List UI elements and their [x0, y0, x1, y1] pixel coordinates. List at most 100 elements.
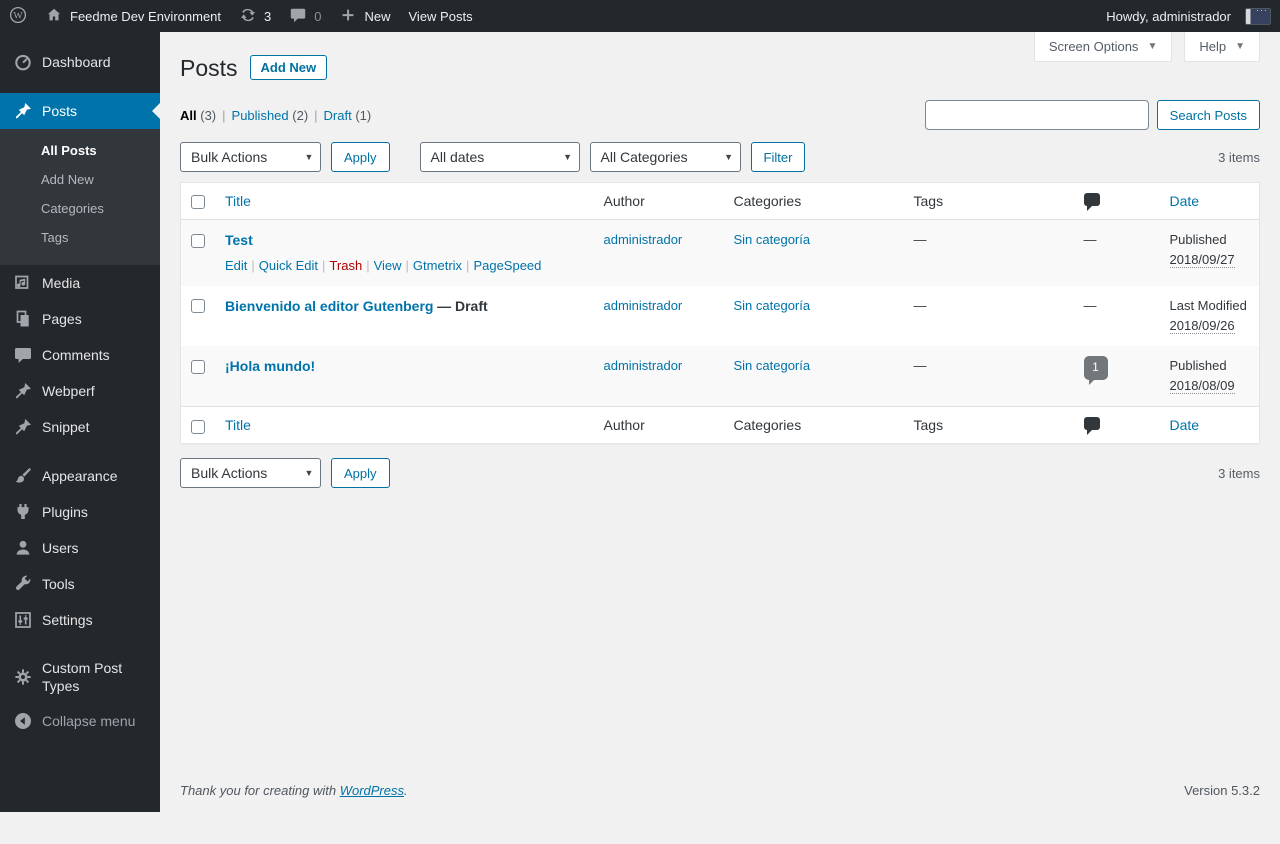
- comment-count-bubble[interactable]: 1: [1084, 356, 1108, 380]
- page-title: Posts: [180, 54, 238, 83]
- sidebar-item-custom-post-types[interactable]: Custom Post Types: [0, 651, 160, 703]
- submenu-item-add-new[interactable]: Add New: [0, 165, 160, 194]
- screen-options-tab[interactable]: Screen Options ▼: [1034, 32, 1173, 62]
- author-link[interactable]: administrador: [604, 358, 683, 373]
- sort-by-title-bottom[interactable]: Title: [225, 417, 251, 433]
- filter-all[interactable]: All (3): [180, 108, 216, 123]
- bulk-actions-value: Bulk Actions: [191, 465, 267, 481]
- row-action-view[interactable]: View: [374, 258, 402, 273]
- category-link[interactable]: Sin categoría: [734, 232, 811, 247]
- sidebar-item-media[interactable]: Media: [0, 265, 160, 301]
- sidebar-item-label: Pages: [42, 310, 82, 328]
- chevron-down-icon: ▼: [1235, 41, 1245, 52]
- date-value: 2018/08/09: [1170, 378, 1235, 394]
- help-tab[interactable]: Help ▼: [1184, 32, 1260, 62]
- author-link[interactable]: administrador: [604, 298, 683, 313]
- filter-draft[interactable]: Draft (1): [324, 108, 372, 123]
- author-column-footer: Author: [594, 407, 724, 444]
- row-action-quick-edit[interactable]: Quick Edit: [259, 258, 318, 273]
- media-icon: [13, 273, 33, 293]
- sidebar-item-label: Appearance: [42, 467, 118, 485]
- sort-by-title[interactable]: Title: [225, 193, 251, 209]
- row-action-gtmetrix[interactable]: Gtmetrix: [413, 258, 462, 273]
- bulk-actions-select-bottom[interactable]: Bulk Actions ▼: [180, 458, 321, 488]
- comments-indicator[interactable]: 0: [280, 0, 330, 32]
- bulk-actions-select[interactable]: Bulk Actions ▼: [180, 142, 321, 172]
- site-name-link[interactable]: Feedme Dev Environment: [36, 0, 230, 32]
- row-checkbox[interactable]: [191, 360, 205, 374]
- my-account-menu[interactable]: Howdy, administrador: [1097, 0, 1280, 32]
- post-state: — Draft: [437, 298, 488, 314]
- row-checkbox[interactable]: [191, 299, 205, 313]
- sidebar-item-plugins[interactable]: Plugins: [0, 494, 160, 530]
- select-arrow-icon: ▼: [298, 459, 320, 487]
- post-title-link[interactable]: ¡Hola mundo!: [225, 358, 315, 374]
- category-link[interactable]: Sin categoría: [734, 358, 811, 373]
- add-new-button[interactable]: Add New: [250, 55, 328, 80]
- apply-button-bottom[interactable]: Apply: [331, 458, 390, 488]
- view-posts-link[interactable]: View Posts: [400, 0, 482, 32]
- apply-button[interactable]: Apply: [331, 142, 390, 172]
- submenu-item-all-posts[interactable]: All Posts: [0, 136, 160, 165]
- site-name-label: Feedme Dev Environment: [70, 9, 221, 24]
- post-title-link[interactable]: Bienvenido al editor Gutenberg: [225, 298, 433, 314]
- sort-by-date[interactable]: Date: [1170, 193, 1200, 209]
- search-posts-button[interactable]: Search Posts: [1157, 100, 1260, 130]
- home-icon: [45, 6, 63, 27]
- wordpress-logo-button[interactable]: W: [0, 0, 36, 32]
- sidebar-item-tools[interactable]: Tools: [0, 566, 160, 602]
- sidebar-item-pages[interactable]: Pages: [0, 301, 160, 337]
- sidebar-item-comments[interactable]: Comments: [0, 337, 160, 373]
- tablenav-bottom: Bulk Actions ▼ Apply 3 items: [180, 458, 1260, 488]
- filter-label[interactable]: Draft: [324, 108, 352, 123]
- help-label: Help: [1199, 39, 1226, 54]
- categories-column-header: Categories: [724, 183, 904, 220]
- items-count-bottom: 3 items: [1218, 466, 1260, 481]
- select-all-checkbox-bottom[interactable]: [191, 420, 205, 434]
- tags-column-header: Tags: [904, 183, 1074, 220]
- categories-filter-select[interactable]: All Categories ▼: [590, 142, 741, 172]
- sidebar-item-posts[interactable]: Posts: [0, 93, 160, 129]
- search-input[interactable]: [925, 100, 1149, 130]
- filter-label[interactable]: Published: [232, 108, 289, 123]
- comments-column-icon: [1084, 417, 1100, 430]
- new-content-menu[interactable]: New: [330, 0, 399, 32]
- posts-table: Title Author Categories Tags Date Test Ed…: [180, 182, 1260, 444]
- dates-filter-select[interactable]: All dates ▼: [420, 142, 580, 172]
- tags-column-footer: Tags: [904, 407, 1074, 444]
- sidebar-item-snippet[interactable]: Snippet: [0, 409, 160, 445]
- avatar: [1245, 8, 1271, 25]
- action-separator: |: [251, 258, 254, 273]
- sidebar-item-dashboard[interactable]: Dashboard: [0, 44, 160, 80]
- new-label: New: [364, 9, 390, 24]
- filter-published[interactable]: Published (2): [232, 108, 309, 123]
- howdy-label: Howdy, administrador: [1106, 9, 1231, 24]
- row-action-trash[interactable]: Trash: [329, 258, 362, 273]
- select-all-checkbox[interactable]: [191, 195, 205, 209]
- row-action-edit[interactable]: Edit: [225, 258, 247, 273]
- wordpress-link[interactable]: WordPress: [340, 783, 404, 798]
- author-link[interactable]: administrador: [604, 232, 683, 247]
- filter-count: (3): [200, 108, 216, 123]
- sort-by-date-bottom[interactable]: Date: [1170, 417, 1200, 433]
- wordpress-logo-icon: W: [9, 6, 27, 27]
- filter-count: (2): [292, 108, 308, 123]
- row-checkbox[interactable]: [191, 234, 205, 248]
- updates-indicator[interactable]: 3: [230, 0, 280, 32]
- menu-separator: [0, 80, 160, 93]
- post-title-link[interactable]: Test: [225, 232, 253, 248]
- category-link[interactable]: Sin categoría: [734, 298, 811, 313]
- filter-button[interactable]: Filter: [751, 142, 806, 172]
- sidebar-item-appearance[interactable]: Appearance: [0, 458, 160, 494]
- sidebar-item-webperf[interactable]: Webperf: [0, 373, 160, 409]
- submenu-item-categories[interactable]: Categories: [0, 194, 160, 223]
- submenu-item-tags[interactable]: Tags: [0, 223, 160, 252]
- row-actions: Edit|Quick Edit|Trash|View|Gtmetrix|Page…: [225, 256, 584, 276]
- select-arrow-icon: ▼: [557, 143, 579, 171]
- row-action-pagespeed[interactable]: PageSpeed: [473, 258, 541, 273]
- sidebar-item-users[interactable]: Users: [0, 530, 160, 566]
- sidebar-item-settings[interactable]: Settings: [0, 602, 160, 638]
- menu-separator: [0, 445, 160, 458]
- sidebar-item-collapse-menu[interactable]: Collapse menu: [0, 703, 160, 739]
- action-separator: |: [466, 258, 469, 273]
